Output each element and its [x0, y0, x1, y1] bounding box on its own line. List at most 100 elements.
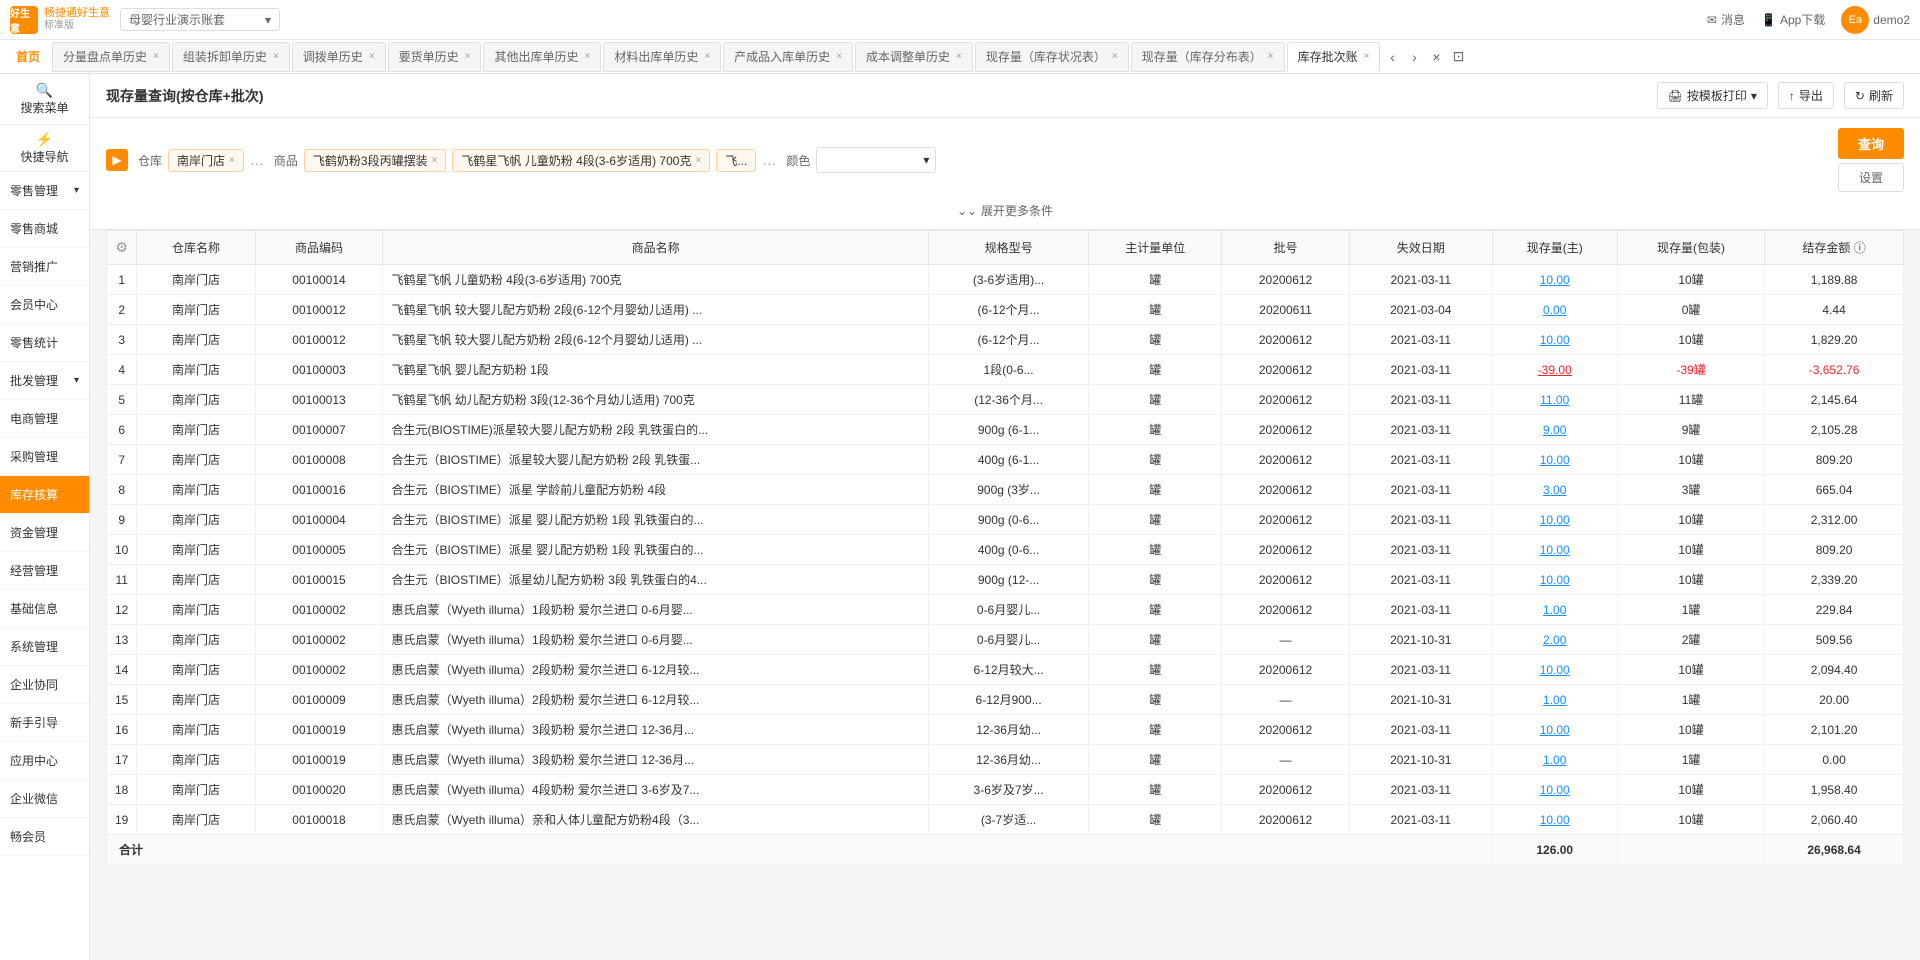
sidebar-quick-nav[interactable]: ⚡ 快捷导航 [0, 125, 89, 172]
row-qty-pkg: 10罐 [1617, 445, 1764, 475]
close-tab-chengben[interactable]: × [956, 51, 962, 62]
row-qty-main[interactable]: 10.00 [1492, 445, 1617, 475]
color-input[interactable]: ▾ [816, 147, 936, 173]
row-qty-main[interactable]: 1.00 [1492, 595, 1617, 625]
tab-home[interactable]: 首页 [6, 42, 50, 72]
sidebar-item-member[interactable]: 会员中心 [0, 286, 89, 324]
sidebar-item-retail-stats[interactable]: 零售统计 [0, 324, 89, 362]
close-tab-qita[interactable]: × [584, 51, 590, 62]
warehouse-more-button[interactable]: … [250, 152, 264, 168]
tab-yaohuo[interactable]: 要货单历史 × [388, 42, 482, 72]
app-download-button[interactable]: 📱 App下载 [1761, 11, 1825, 28]
user-profile[interactable]: Ea demo2 [1841, 6, 1910, 34]
expand-conditions-button[interactable]: ⌄⌄ 展开更多条件 [957, 202, 1053, 219]
row-qty-main[interactable]: 10.00 [1492, 805, 1617, 835]
remove-product-1-icon[interactable]: × [432, 155, 438, 166]
row-qty-main[interactable]: 1.00 [1492, 685, 1617, 715]
row-unit: 罐 [1089, 535, 1222, 565]
sidebar-item-guide[interactable]: 新手引导 [0, 704, 89, 742]
tab-chengben[interactable]: 成本调整单历史 × [855, 42, 973, 72]
sidebar-item-shop[interactable]: 零售商城 [0, 210, 89, 248]
close-tab-zuchai[interactable]: × [273, 51, 279, 62]
export-button[interactable]: ↑ 导出 [1778, 82, 1834, 109]
refresh-button[interactable]: ↻ 刷新 [1844, 82, 1904, 109]
message-button[interactable]: ✉ 消息 [1707, 11, 1745, 28]
industry-selector[interactable]: 母婴行业演示账套 ▾ [120, 8, 280, 31]
sidebar-item-ecommerce[interactable]: 电商管理 [0, 400, 89, 438]
tab-tiaopai[interactable]: 调拨单历史 × [292, 42, 386, 72]
row-qty-main[interactable]: 10.00 [1492, 535, 1617, 565]
sidebar-item-marketing[interactable]: 营销推广 [0, 248, 89, 286]
close-tab-xianzai2[interactable]: × [1268, 51, 1274, 62]
close-tab-fenpan[interactable]: × [153, 51, 159, 62]
close-tab-cailiao[interactable]: × [704, 51, 710, 62]
search-icon: 🔍 [6, 82, 83, 99]
remove-product-2-icon[interactable]: × [695, 155, 701, 166]
close-tab-pizheng[interactable]: × [1364, 51, 1370, 62]
row-qty-main[interactable]: 3.00 [1492, 475, 1617, 505]
sidebar-item-system[interactable]: 系统管理 [0, 628, 89, 666]
sidebar-item-retail[interactable]: 零售管理 ▾ [0, 172, 89, 210]
row-qty-main[interactable]: 9.00 [1492, 415, 1617, 445]
sidebar-item-finance[interactable]: 资金管理 [0, 514, 89, 552]
close-tab-chengpin[interactable]: × [836, 51, 842, 62]
settings-button[interactable]: 设置 [1838, 163, 1904, 192]
row-qty-main[interactable]: 10.00 [1492, 715, 1617, 745]
row-warehouse: 南岸门店 [137, 475, 255, 505]
row-qty-pkg: 1罐 [1617, 745, 1764, 775]
tab-pizheng[interactable]: 库存批次账 × [1287, 42, 1381, 72]
tab-close-all-button[interactable]: × [1426, 49, 1446, 65]
col-settings[interactable]: ⚙ [107, 231, 137, 265]
sidebar-item-cooperation[interactable]: 企业协同 [0, 666, 89, 704]
sidebar-item-member2[interactable]: 畅会员 [0, 818, 89, 856]
row-qty-main[interactable]: 10.00 [1492, 775, 1617, 805]
tab-menu-button[interactable]: ⊡ [1448, 48, 1468, 65]
expand-filter-button[interactable]: ▶ [106, 149, 128, 171]
product-more-button[interactable]: … [762, 152, 776, 168]
tab-chengpin[interactable]: 产成品入库单历史 × [723, 42, 853, 72]
tab-next-button[interactable]: › [1404, 49, 1424, 65]
tab-zuchai[interactable]: 组装拆卸单历史 × [172, 42, 290, 72]
tab-xianzai2[interactable]: 现存量（库存分布表） × [1131, 42, 1285, 72]
print-button[interactable]: 🖨 按模板打印 ▾ [1657, 82, 1768, 109]
row-qty-main[interactable]: 0.00 [1492, 295, 1617, 325]
sidebar-item-purchase[interactable]: 采购管理 [0, 438, 89, 476]
sidebar-item-operations[interactable]: 经营管理 [0, 552, 89, 590]
product-tag-2[interactable]: 飞鹤星飞帆 儿童奶粉 4段(3-6岁适用) 700克 × [452, 149, 710, 172]
row-qty-main[interactable]: 2.00 [1492, 625, 1617, 655]
sidebar-item-wechat[interactable]: 企业微信 [0, 780, 89, 818]
row-qty-main[interactable]: 10.00 [1492, 505, 1617, 535]
query-button[interactable]: 查询 [1838, 128, 1904, 159]
row-name: 飞鹤星飞帆 婴儿配方奶粉 1段 [383, 355, 928, 385]
row-qty-main[interactable]: -39.00 [1492, 355, 1617, 385]
sidebar-item-wholesale[interactable]: 批发管理 ▾ [0, 362, 89, 400]
warehouse-tag[interactable]: 南岸门店 × [168, 149, 244, 172]
tab-xianzai1[interactable]: 现存量（库存状况表） × [975, 42, 1129, 72]
tab-qita[interactable]: 其他出库单历史 × [483, 42, 601, 72]
sidebar-search[interactable]: 🔍 搜索菜单 [0, 74, 89, 125]
row-qty-main[interactable]: 11.00 [1492, 385, 1617, 415]
row-qty-main[interactable]: 10.00 [1492, 565, 1617, 595]
sidebar-item-inventory[interactable]: 库存核算 [0, 476, 89, 514]
product-tag-more[interactable]: 飞... [716, 149, 756, 172]
close-tab-xianzai1[interactable]: × [1112, 51, 1118, 62]
sidebar-item-base[interactable]: 基础信息 [0, 590, 89, 628]
remove-warehouse-icon[interactable]: × [229, 155, 235, 166]
row-qty-main[interactable]: 1.00 [1492, 745, 1617, 775]
sidebar-item-app-center[interactable]: 应用中心 [0, 742, 89, 780]
close-tab-yaohuo[interactable]: × [465, 51, 471, 62]
row-expire: 2021-03-04 [1350, 295, 1492, 325]
close-tab-tiaopai[interactable]: × [369, 51, 375, 62]
row-no: 9 [107, 505, 137, 535]
row-unit: 罐 [1089, 445, 1222, 475]
tab-prev-button[interactable]: ‹ [1382, 49, 1402, 65]
row-no: 3 [107, 325, 137, 355]
table-row: 1 南岸门店 00100014 飞鹤星飞帆 儿童奶粉 4段(3-6岁适用) 70… [107, 265, 1904, 295]
gear-icon[interactable]: ⚙ [115, 239, 128, 255]
row-qty-main[interactable]: 10.00 [1492, 265, 1617, 295]
row-qty-main[interactable]: 10.00 [1492, 655, 1617, 685]
row-qty-main[interactable]: 10.00 [1492, 325, 1617, 355]
tab-cailiao[interactable]: 材料出库单历史 × [603, 42, 721, 72]
product-tag-1[interactable]: 飞鹤奶粉3段丙罐摆装 × [304, 149, 447, 172]
tab-fenpan[interactable]: 分量盘点单历史 × [52, 42, 170, 72]
